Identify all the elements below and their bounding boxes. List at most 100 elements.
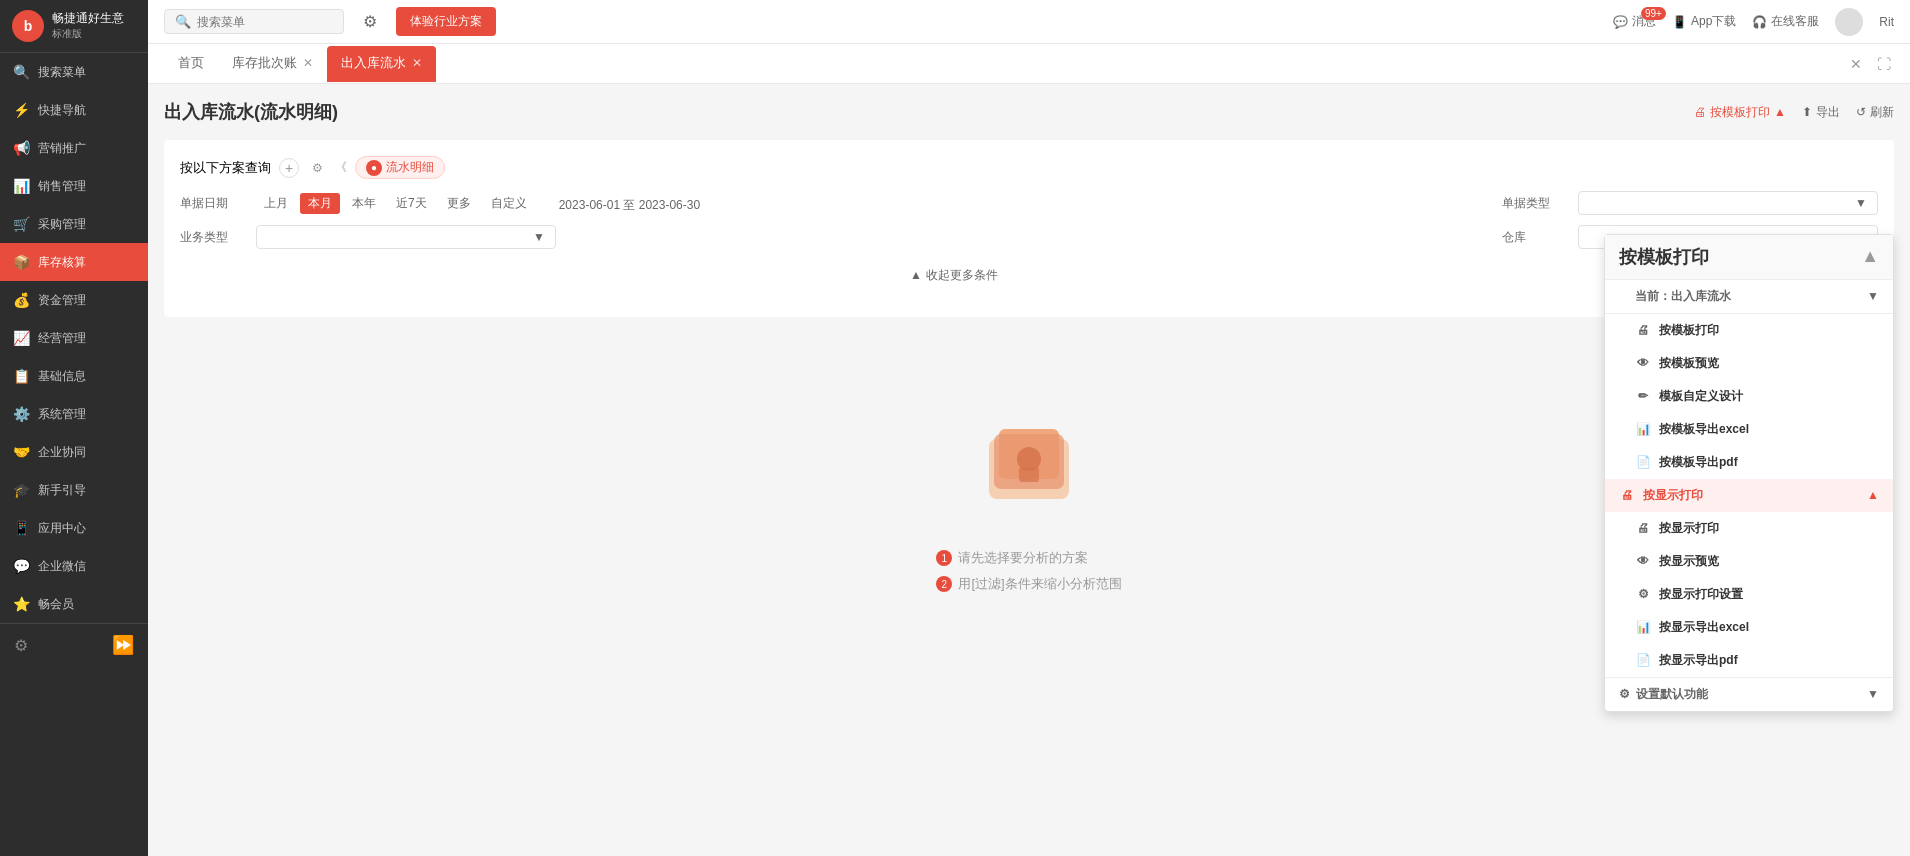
menu-template-export-pdf[interactable]: 📄 按模板导出pdf [1605,446,1893,479]
display-section-icon: 🖨 [1619,487,1635,503]
sidebar-item-label: 快捷导航 [38,102,86,119]
user-avatar[interactable] [1835,8,1863,36]
date-opt-more[interactable]: 更多 [439,193,479,214]
sidebar-item-search[interactable]: 🔍 搜索菜单 [0,53,148,91]
type-select[interactable]: ▼ [1578,191,1878,215]
collapse-icon[interactable]: ⏩ [112,634,134,656]
filter-add-button[interactable]: + [279,158,299,178]
sidebar-item-member[interactable]: ⭐ 畅会员 [0,585,148,623]
industry-button[interactable]: 体验行业方案 [396,7,496,36]
refresh-btn-label: 刷新 [1870,104,1894,121]
dropdown-current-item: 当前：出入库流水 ▼ [1605,280,1893,314]
dropdown-header-title: 按模板打印 [1619,245,1709,269]
menu-template-preview[interactable]: 👁 按模板预览 [1605,347,1893,380]
filter-collapse-button[interactable]: 《 [335,159,347,176]
sidebar-item-basic[interactable]: 📋 基础信息 [0,357,148,395]
sidebar-item-enterprise[interactable]: 🤝 企业协同 [0,433,148,471]
menu-template-customize[interactable]: ✏ 模板自定义设计 [1605,380,1893,413]
template-pdf-icon: 📄 [1635,454,1651,470]
empty-icon [969,409,1089,529]
online-service-action[interactable]: 🎧 在线客服 [1752,13,1819,30]
tip-text-1: 请先选择要分析的方案 [958,549,1088,567]
template-customize-icon: ✏ [1635,388,1651,404]
date-opt-custom[interactable]: 自定义 [483,193,535,214]
window-close-btn[interactable]: ✕ [1846,54,1866,74]
topbar-search-box[interactable]: 🔍 [164,9,344,34]
display-excel-icon: 📊 [1635,619,1651,635]
sidebar-item-inventory[interactable]: 📦 库存核算 [0,243,148,281]
topbar-actions: 💬 消息 99+ 📱 App下载 🎧 在线客服 Rit [1613,8,1894,36]
svg-rect-4 [1019,467,1039,482]
tab-home-label: 首页 [178,54,204,72]
sidebar-item-finance[interactable]: 💰 资金管理 [0,281,148,319]
menu-template-export-excel[interactable]: 📊 按模板导出excel [1605,413,1893,446]
display-print-settings-label: 按显示打印设置 [1659,586,1743,603]
refresh-icon: ↺ [1856,105,1866,119]
wechat-icon: 💬 [12,557,30,575]
template-export-excel-label: 按模板导出excel [1659,421,1749,438]
menu-display-print-settings[interactable]: ⚙ 按显示打印设置 [1605,578,1893,611]
sidebar-item-label: 畅会员 [38,596,74,613]
sidebar-footer: ⚙ ⏩ [0,623,148,666]
tab-batch-close[interactable]: ✕ [303,56,313,70]
logo-icon: b [12,10,44,42]
messages-action[interactable]: 💬 消息 99+ [1613,13,1656,30]
tab-flow[interactable]: 出入库流水 ✕ [327,46,436,82]
menu-display-print[interactable]: 🖨 按显示打印 [1605,512,1893,545]
print-template-button[interactable]: 🖨 按模板打印 ▲ [1694,104,1786,121]
tab-home[interactable]: 首页 [164,46,218,82]
filter-settings-button[interactable]: ⚙ [307,158,327,178]
filter-title: 按以下方案查询 [180,159,271,177]
sidebar-item-sales[interactable]: 📊 销售管理 [0,167,148,205]
settings-icon[interactable]: ⚙ [14,636,28,655]
purchase-icon: 🛒 [12,215,30,233]
dropdown-collapse-icon[interactable]: ▲ [1861,246,1879,267]
template-excel-icon: 📊 [1635,421,1651,437]
app-download-action[interactable]: 📱 App下载 [1672,13,1736,30]
date-opt-this-month[interactable]: 本月 [300,193,340,214]
menu-display-export-pdf[interactable]: 📄 按显示导出pdf [1605,644,1893,677]
user-name: Rit [1879,15,1894,29]
sidebar-item-quick-nav[interactable]: ⚡ 快捷导航 [0,91,148,129]
sidebar-item-system[interactable]: ⚙️ 系统管理 [0,395,148,433]
menu-display-export-excel[interactable]: 📊 按显示导出excel [1605,611,1893,644]
collapse-more-btn[interactable]: ▲ 收起更多条件 [910,267,998,284]
tab-flow-close[interactable]: ✕ [412,56,422,70]
app-download-icon: 📱 [1672,15,1687,29]
warehouse-label: 仓库 [1502,229,1562,246]
menu-display-preview[interactable]: 👁 按显示预览 [1605,545,1893,578]
operations-icon: 📈 [12,329,30,347]
template-preview-icon: 👁 [1635,355,1651,371]
date-opt-this-year[interactable]: 本年 [344,193,384,214]
sidebar-item-operations[interactable]: 📈 经营管理 [0,319,148,357]
sidebar-item-marketing[interactable]: 📢 营销推广 [0,129,148,167]
refresh-button[interactable]: ↺ 刷新 [1856,104,1894,121]
date-opt-7days[interactable]: 近7天 [388,193,435,214]
business-type-select[interactable]: ▼ [256,225,556,249]
search-icon: 🔍 [12,63,30,81]
date-opt-last-month[interactable]: 上月 [256,193,296,214]
sidebar-item-label: 系统管理 [38,406,86,423]
sidebar-item-wechat[interactable]: 💬 企业微信 [0,547,148,585]
online-service-label: 在线客服 [1771,13,1819,30]
export-button[interactable]: ⬆ 导出 [1802,104,1840,121]
display-export-pdf-label: 按显示导出pdf [1659,652,1738,669]
tab-batch[interactable]: 库存批次账 ✕ [218,46,327,82]
sidebar-item-guide[interactable]: 🎓 新手引导 [0,471,148,509]
tip-num-2: 2 [936,576,952,592]
template-print-label: 按模板打印 [1659,322,1719,339]
topbar-search-input[interactable] [197,15,317,29]
system-icon: ⚙️ [12,405,30,423]
display-section-header[interactable]: 🖨 按显示打印 ▲ [1605,479,1893,512]
dropdown-footer[interactable]: ⚙ 设置默认功能 ▼ [1605,677,1893,711]
menu-template-print[interactable]: 🖨 按模板打印 [1605,314,1893,347]
business-type-label: 业务类型 [180,229,240,246]
display-settings-icon: ⚙ [1635,586,1651,602]
topbar-gear-icon[interactable]: ⚙ [356,8,384,36]
display-pdf-icon: 📄 [1635,652,1651,668]
sidebar-item-app-center[interactable]: 📱 应用中心 [0,509,148,547]
window-expand-btn[interactable]: ⛶ [1874,54,1894,74]
sidebar-item-label: 库存核算 [38,254,86,271]
sidebar-item-purchase[interactable]: 🛒 采购管理 [0,205,148,243]
display-preview-icon: 👁 [1635,553,1651,569]
